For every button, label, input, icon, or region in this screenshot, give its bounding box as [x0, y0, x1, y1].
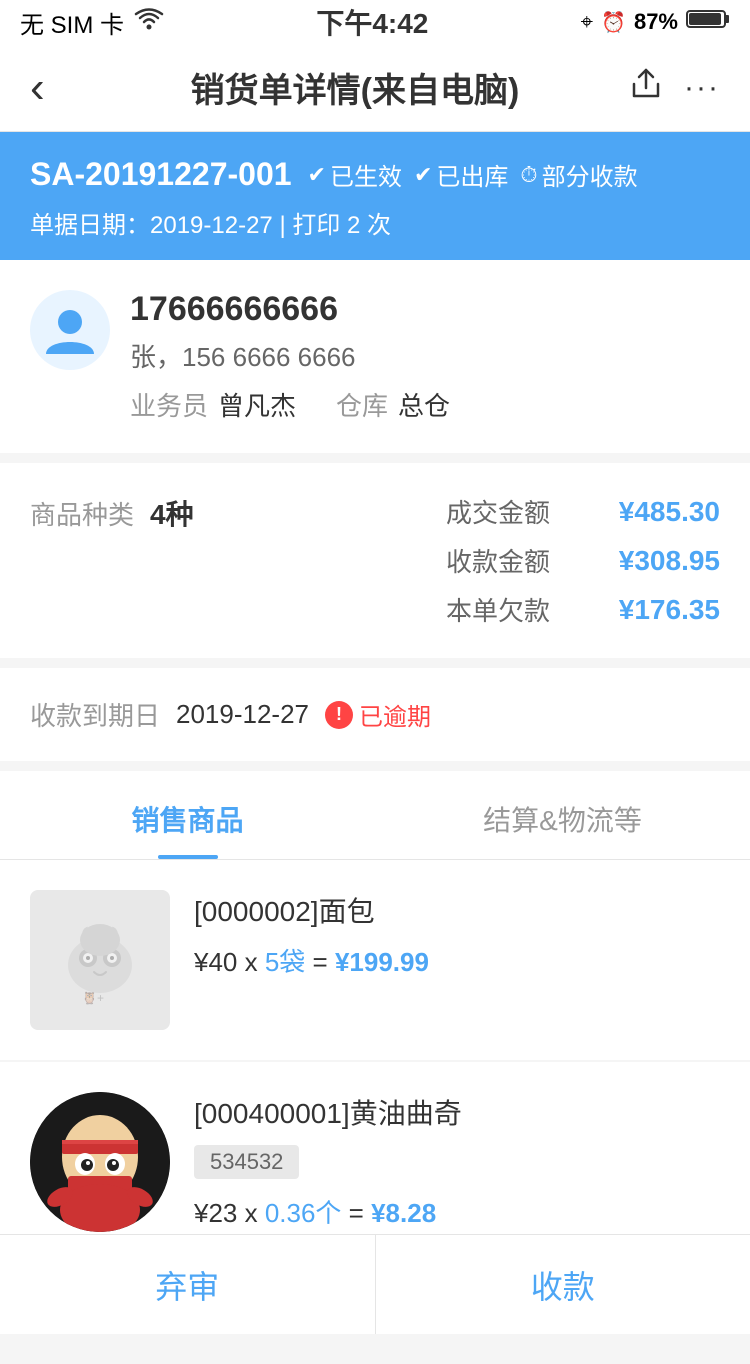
back-button[interactable]: ‹	[30, 63, 90, 113]
svg-text:🦉+: 🦉+	[82, 991, 104, 1005]
received-label: 收款金额	[446, 542, 550, 579]
battery-text: 87%	[634, 9, 678, 35]
battery-icon	[686, 8, 730, 37]
more-icon[interactable]: ···	[684, 71, 720, 105]
product-type-value: 4种	[150, 493, 194, 533]
overdue-icon: !	[325, 701, 353, 729]
product-count: 商品种类 4种	[30, 493, 194, 533]
order-header-banner: SA-20191227-001 ✔ 已生效 ✔ 已出库 ⏱ 部分收款 单据日期：…	[0, 132, 750, 260]
customer-id: 17666666666	[130, 290, 720, 329]
product-price-bread: ¥40 x 5袋 = ¥199.99	[194, 942, 720, 979]
time-display: 下午4:42	[316, 2, 428, 42]
product-sku-cookie: 534532	[194, 1145, 299, 1179]
status-badge-effected: ✔ 已生效	[308, 157, 402, 192]
product-details-bread: [0000002]面包 ¥40 x 5袋 = ¥199.99	[194, 890, 720, 979]
qty-cookie: 0.36个	[265, 1198, 342, 1228]
status-bar: 无 SIM 卡 下午4:42 ⌖ ⏰ 87%	[0, 0, 750, 44]
due-date-section: 收款到期日 2019-12-27 ! 已逾期	[0, 668, 750, 771]
total-cookie: ¥8.28	[371, 1198, 436, 1228]
eq-cookie: =	[349, 1198, 371, 1228]
warehouse-info: 仓库 总仓	[336, 386, 450, 423]
customer-section: 17666666666 张，156 6666 6666 业务员 曾凡杰 仓库 总…	[0, 260, 750, 463]
product-name-cookie: [000400001]黄油曲奇	[194, 1092, 720, 1132]
discard-button[interactable]: 弃审	[0, 1235, 376, 1334]
product-item: 🦉+ [0000002]面包 ¥40 x 5袋 = ¥199.99	[0, 860, 750, 1060]
header-top-row: SA-20191227-001 ✔ 已生效 ✔ 已出库 ⏱ 部分收款	[30, 156, 720, 193]
product-price-cookie: ¥23 x 0.36个 = ¥8.28	[194, 1193, 720, 1230]
status-left: 无 SIM 卡	[20, 5, 164, 40]
product-thumb-bread: 🦉+	[30, 890, 170, 1030]
page-title: 销货单详情(来自电脑)	[90, 63, 620, 112]
products-list: 🦉+ [0000002]面包 ¥40 x 5袋 = ¥199.99	[0, 860, 750, 1262]
collect-payment-button[interactable]: 收款	[376, 1235, 750, 1334]
status-badges: ✔ 已生效 ✔ 已出库 ⏱ 部分收款	[308, 157, 638, 192]
received-value: ¥308.95	[580, 545, 720, 577]
product-name-bread: [0000002]面包	[194, 890, 720, 930]
tab-sales-products[interactable]: 销售商品	[0, 771, 375, 859]
clock-icon: ⏱	[520, 162, 537, 188]
product-thumb-cookie	[30, 1092, 170, 1232]
sales-name: 曾凡杰	[218, 386, 296, 423]
qty-bread: 5袋	[265, 947, 305, 977]
trading-label: 成交金额	[446, 493, 550, 530]
due-date-value: 2019-12-27	[176, 699, 309, 730]
nav-actions: ···	[620, 66, 720, 110]
sales-label: 业务员	[130, 386, 208, 423]
sales-info: 业务员 曾凡杰	[130, 386, 296, 423]
price-cookie: ¥23 x	[194, 1198, 265, 1228]
alarm-icon: ⏰	[601, 10, 626, 35]
amount-summary: 成交金额 ¥485.30 收款金额 ¥308.95 本单欠款 ¥176.35	[446, 493, 720, 628]
overdue-text: 已逾期	[359, 697, 431, 732]
warehouse-name: 总仓	[398, 386, 450, 423]
carrier-text: 无 SIM 卡	[20, 5, 124, 40]
location-icon: ⌖	[581, 9, 593, 35]
customer-info: 17666666666 张，156 6666 6666 业务员 曾凡杰 仓库 总…	[130, 290, 720, 423]
product-type-label: 商品种类	[30, 495, 134, 532]
check-icon-2: ✔	[414, 162, 432, 188]
status-badge-partial: ⏱ 部分收款	[520, 157, 637, 192]
debt-label: 本单欠款	[446, 591, 550, 628]
overdue-badge: ! 已逾期	[325, 697, 431, 732]
received-amount-row: 收款金额 ¥308.95	[446, 542, 720, 579]
doc-date: 单据日期：2019-12-27 | 打印 2 次	[30, 205, 720, 240]
product-details-cookie: [000400001]黄油曲奇 534532 ¥23 x 0.36个 = ¥8.…	[194, 1092, 720, 1230]
debt-amount-row: 本单欠款 ¥176.35	[446, 591, 720, 628]
tabs-section: 销售商品 结算&物流等	[0, 771, 750, 860]
summary-section: 商品种类 4种 成交金额 ¥485.30 收款金额 ¥308.95 本单欠款 ¥…	[0, 463, 750, 668]
nav-bar: ‹ 销货单详情(来自电脑) ···	[0, 44, 750, 132]
price-bread: ¥40 x	[194, 947, 265, 977]
status-badge-shipped: ✔ 已出库	[414, 157, 508, 192]
order-id: SA-20191227-001	[30, 156, 292, 193]
trading-amount-row: 成交金额 ¥485.30	[446, 493, 720, 530]
avatar	[30, 290, 110, 370]
status-right: ⌖ ⏰ 87%	[581, 8, 730, 37]
debt-value: ¥176.35	[580, 594, 720, 626]
warehouse-label: 仓库	[336, 386, 388, 423]
customer-phone: 张，156 6666 6666	[130, 337, 720, 374]
product-item-cookie: [000400001]黄油曲奇 534532 ¥23 x 0.36个 = ¥8.…	[0, 1062, 750, 1262]
due-date-label: 收款到期日	[30, 696, 160, 733]
content-scroll: SA-20191227-001 ✔ 已生效 ✔ 已出库 ⏱ 部分收款 单据日期：…	[0, 132, 750, 1364]
customer-meta: 业务员 曾凡杰 仓库 总仓	[130, 386, 720, 423]
wifi-icon	[134, 8, 164, 37]
action-bar: 弃审 收款	[0, 1234, 750, 1334]
eq-bread: =	[313, 947, 335, 977]
share-icon[interactable]	[628, 66, 664, 110]
trading-value: ¥485.30	[580, 496, 720, 528]
total-bread: ¥199.99	[335, 947, 429, 977]
tab-settlement-logistics[interactable]: 结算&物流等	[375, 771, 750, 859]
check-icon-1: ✔	[308, 162, 326, 188]
